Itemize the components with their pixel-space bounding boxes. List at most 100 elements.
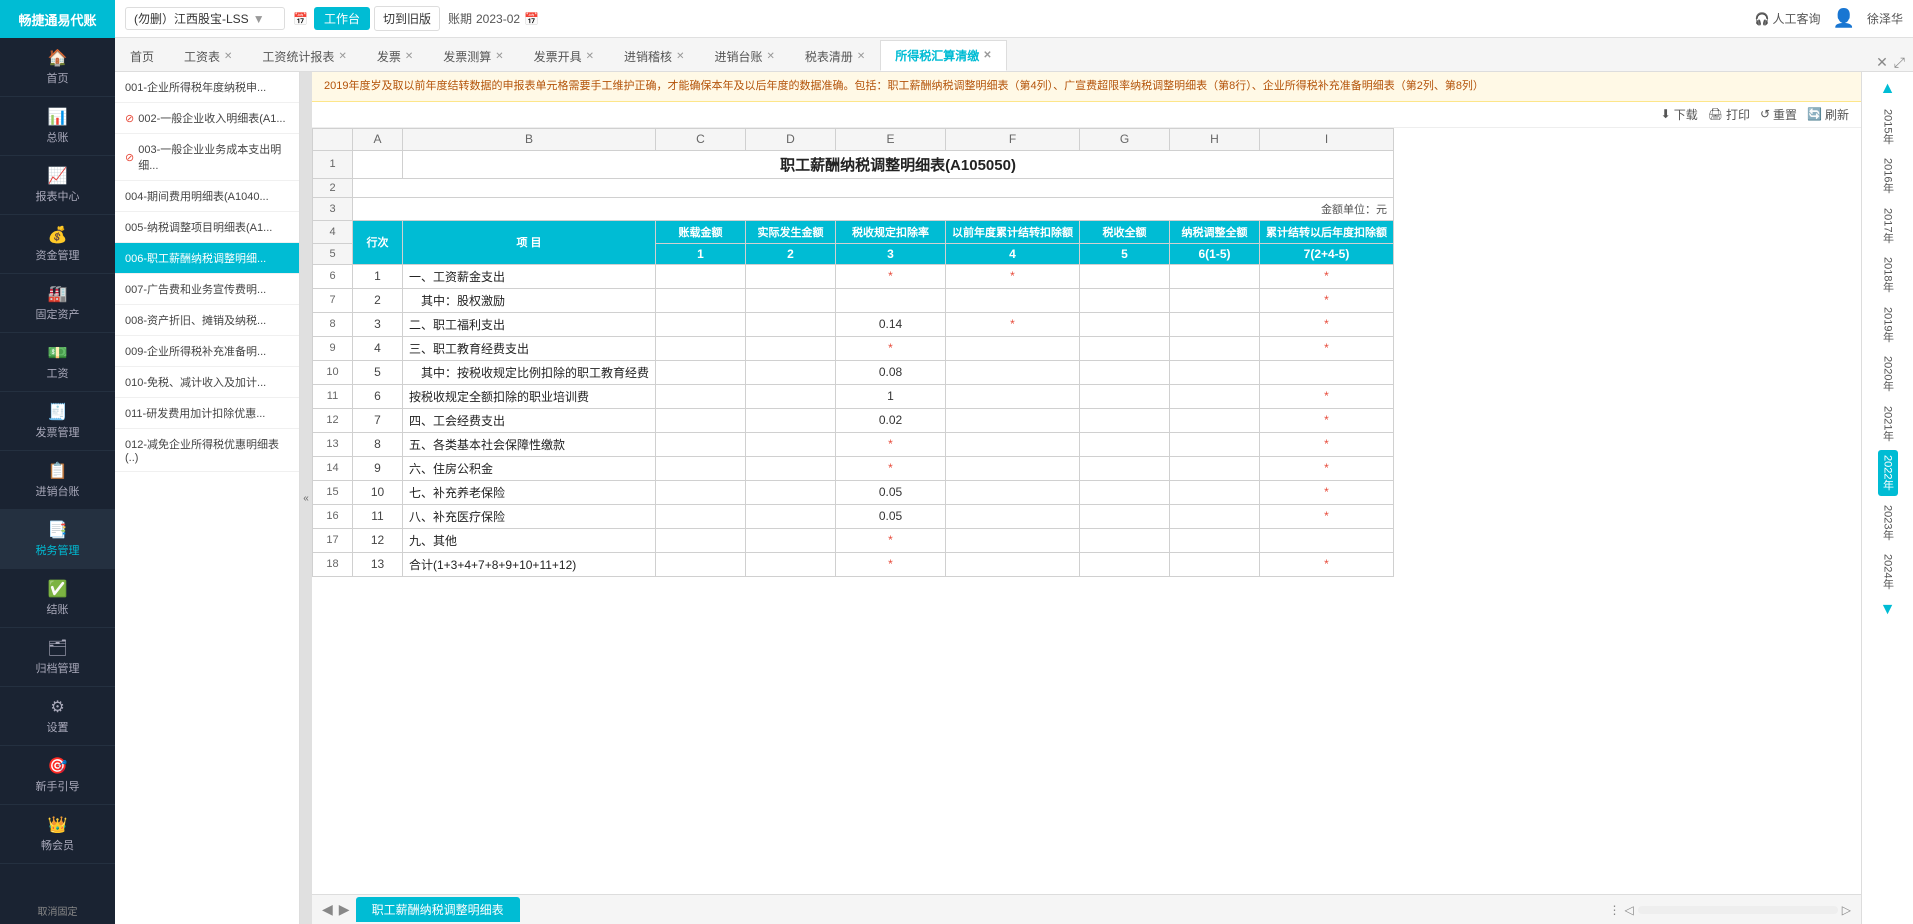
left-item-002[interactable]: ⊘ 002-一般企业收入明细表(A1... — [115, 103, 299, 134]
tab-close-income-tax[interactable]: ✕ — [983, 50, 991, 61]
sub-header-d: 2 — [746, 243, 836, 264]
workbench-button[interactable]: 工作台 — [314, 7, 370, 30]
tab-sales-ledger[interactable]: 进销台账✕ — [699, 41, 789, 71]
tab-close-invoice-calc[interactable]: ✕ — [495, 51, 503, 62]
tab-sales-audit[interactable]: 进销稽核✕ — [609, 41, 699, 71]
year-2022[interactable]: 2022年 — [1878, 450, 1898, 495]
main-area: (勿删）江西股宝-LSS ▼ 📅 工作台 切到旧版 账期 2023-02 📅 🎧… — [115, 0, 1913, 924]
left-item-011[interactable]: 011-研发费用加计扣除优惠... — [115, 398, 299, 429]
tab-income-tax[interactable]: 所得税汇算清缴✕ — [880, 40, 1006, 71]
col-h-header: 纳税调整全额 — [1170, 220, 1260, 243]
left-item-005[interactable]: 005-纳税调整项目明细表(A1... — [115, 212, 299, 243]
spreadsheet: A B C D E F G H I — [312, 128, 1394, 577]
sheet-wrapper[interactable]: A B C D E F G H I — [312, 128, 1861, 895]
year-2023[interactable]: 2023年 — [1878, 500, 1898, 545]
back-old-button[interactable]: 切到旧版 — [374, 6, 440, 31]
year-2021[interactable]: 2021年 — [1878, 401, 1898, 446]
table-row: 3 金额单位：元 — [313, 197, 1394, 220]
bottom-nav-left[interactable]: ◀ — [322, 901, 333, 918]
tab-close-invoice-open[interactable]: ✕ — [586, 51, 594, 62]
sidebar-item-settings[interactable]: ⚙设置 — [0, 687, 115, 746]
table-row: 6 1 一、工资薪金支出 * * * — [313, 264, 1394, 288]
tab-close-sales-ledger[interactable]: ✕ — [766, 51, 774, 62]
sidebar-item-assets[interactable]: 🏭固定资产 — [0, 274, 115, 333]
tab-tax-table[interactable]: 税表清册✕ — [790, 41, 880, 71]
sidebar-item-archive[interactable]: 🗂归档管理 — [0, 628, 115, 687]
horizontal-scrollbar[interactable] — [1638, 906, 1838, 914]
close-tab-icon[interactable]: ✕ — [1876, 54, 1888, 71]
year-2016[interactable]: 2016年 — [1878, 153, 1898, 198]
scroll-left-icon[interactable]: ◁ — [1625, 903, 1634, 917]
tab-invoice[interactable]: 发票✕ — [362, 41, 428, 71]
sidebar-item-wages[interactable]: 💵工资 — [0, 333, 115, 392]
year-2018[interactable]: 2018年 — [1878, 252, 1898, 297]
refresh-button[interactable]: 🔄 刷新 — [1807, 106, 1849, 123]
unpin-button[interactable]: 取消固定 — [0, 897, 115, 924]
tab-wages[interactable]: 工资表✕ — [169, 41, 247, 71]
year-2017[interactable]: 2017年 — [1878, 203, 1898, 248]
print-button[interactable]: 🖨 打印 — [1708, 106, 1750, 123]
col-header-I: I — [1260, 128, 1394, 150]
tab-close-wages-report[interactable]: ✕ — [338, 51, 346, 62]
tab-home[interactable]: 首页 — [115, 41, 169, 71]
left-item-009[interactable]: 009-企业所得税补充准备明... — [115, 336, 299, 367]
sidebar-item-sales[interactable]: 📋进销台账 — [0, 451, 115, 510]
assets-icon: 🏭 — [48, 284, 68, 304]
tab-close-tax-table[interactable]: ✕ — [857, 51, 865, 62]
avatar-icon: 👤 — [1833, 8, 1855, 29]
year-scroll-up[interactable]: ▲ — [1876, 76, 1900, 102]
service-button[interactable]: 🎧 人工客询 — [1755, 10, 1821, 27]
sales-icon: 📋 — [48, 461, 68, 481]
left-item-004[interactable]: 004-期间费用明细表(A1040... — [115, 181, 299, 212]
reset-button[interactable]: ↺ 重置 — [1760, 106, 1797, 123]
col-e-header: 税收规定扣除率 — [836, 220, 946, 243]
app-logo: 畅捷通易代账 — [0, 0, 115, 38]
bottom-nav-right[interactable]: ▶ — [339, 901, 350, 918]
tab-close-sales-audit[interactable]: ✕ — [676, 51, 684, 62]
left-item-006[interactable]: 006-职工薪酬纳税调整明细... — [115, 243, 299, 274]
reports-icon: 📈 — [48, 166, 68, 186]
sidebar-item-invoice-mgmt[interactable]: 🧾发票管理 — [0, 392, 115, 451]
year-2020[interactable]: 2020年 — [1878, 351, 1898, 396]
table-row: 12 7 四、工会经费支出 0.02 * — [313, 408, 1394, 432]
expand-icon[interactable]: ⤢ — [1894, 54, 1905, 71]
left-item-007[interactable]: 007-广告费和业务宣传费明... — [115, 274, 299, 305]
bottom-sheet-tab[interactable]: 职工薪酬纳税调整明细表 — [356, 897, 520, 922]
tab-invoice-calc[interactable]: 发票测算✕ — [428, 41, 518, 71]
sidebar-item-funds[interactable]: 💰资金管理 — [0, 215, 115, 274]
tab-close-wages[interactable]: ✕ — [224, 51, 232, 62]
table-row: 2 — [313, 178, 1394, 197]
table-row: 1 职工薪酬纳税调整明细表(A105050) — [313, 150, 1394, 178]
left-item-008[interactable]: 008-资产折旧、摊销及纳税... — [115, 305, 299, 336]
sub-header-c: 1 — [656, 243, 746, 264]
sidebar-item-close[interactable]: ✅结账 — [0, 569, 115, 628]
tab-wages-report[interactable]: 工资统计报表✕ — [247, 41, 361, 71]
year-scroll-down[interactable]: ▼ — [1876, 597, 1900, 623]
sidebar-item-home[interactable]: 🏠首页 — [0, 38, 115, 97]
company-selector[interactable]: (勿删）江西股宝-LSS ▼ — [125, 7, 285, 30]
col-c-header: 账载金额 — [656, 220, 746, 243]
headset-icon: 🎧 — [1755, 12, 1770, 26]
sidebar-item-ledger[interactable]: 📊总账 — [0, 97, 115, 156]
sidebar-item-tax[interactable]: 📑税务管理 — [0, 510, 115, 569]
year-2019[interactable]: 2019年 — [1878, 302, 1898, 347]
year-2024[interactable]: 2024年 — [1878, 549, 1898, 594]
year-2015[interactable]: 2015年 — [1878, 104, 1898, 149]
tab-bar: 首页 工资表✕ 工资统计报表✕ 发票✕ 发票测算✕ 发票开具✕ 进销稽核✕ 进销… — [115, 38, 1913, 72]
left-item-003[interactable]: ⊘ 003-一般企业业务成本支出明细... — [115, 134, 299, 181]
tab-close-invoice[interactable]: ✕ — [405, 51, 413, 62]
tab-invoice-open[interactable]: 发票开具✕ — [519, 41, 609, 71]
sidebar-item-guide[interactable]: 🎯新手引导 — [0, 746, 115, 805]
scroll-right-icon[interactable]: ▷ — [1842, 903, 1851, 917]
left-item-010[interactable]: 010-免税、减计收入及加计... — [115, 367, 299, 398]
sheet-options-icon[interactable]: ⋮ — [1609, 903, 1621, 917]
download-button[interactable]: ⬇ 下载 — [1661, 106, 1698, 123]
sidebar-item-reports[interactable]: 📈报表中心 — [0, 156, 115, 215]
col-header-E: E — [836, 128, 946, 150]
sidebar-item-member[interactable]: 👑畅会员 — [0, 805, 115, 864]
left-item-012[interactable]: 012-减免企业所得税优惠明细表(..) — [115, 429, 299, 472]
chevron-down-icon: ▼ — [253, 12, 265, 26]
collapse-panel-button[interactable]: « — [300, 72, 312, 924]
left-item-001[interactable]: 001-企业所得税年度纳税申... — [115, 72, 299, 103]
col-header-B: B — [403, 128, 656, 150]
